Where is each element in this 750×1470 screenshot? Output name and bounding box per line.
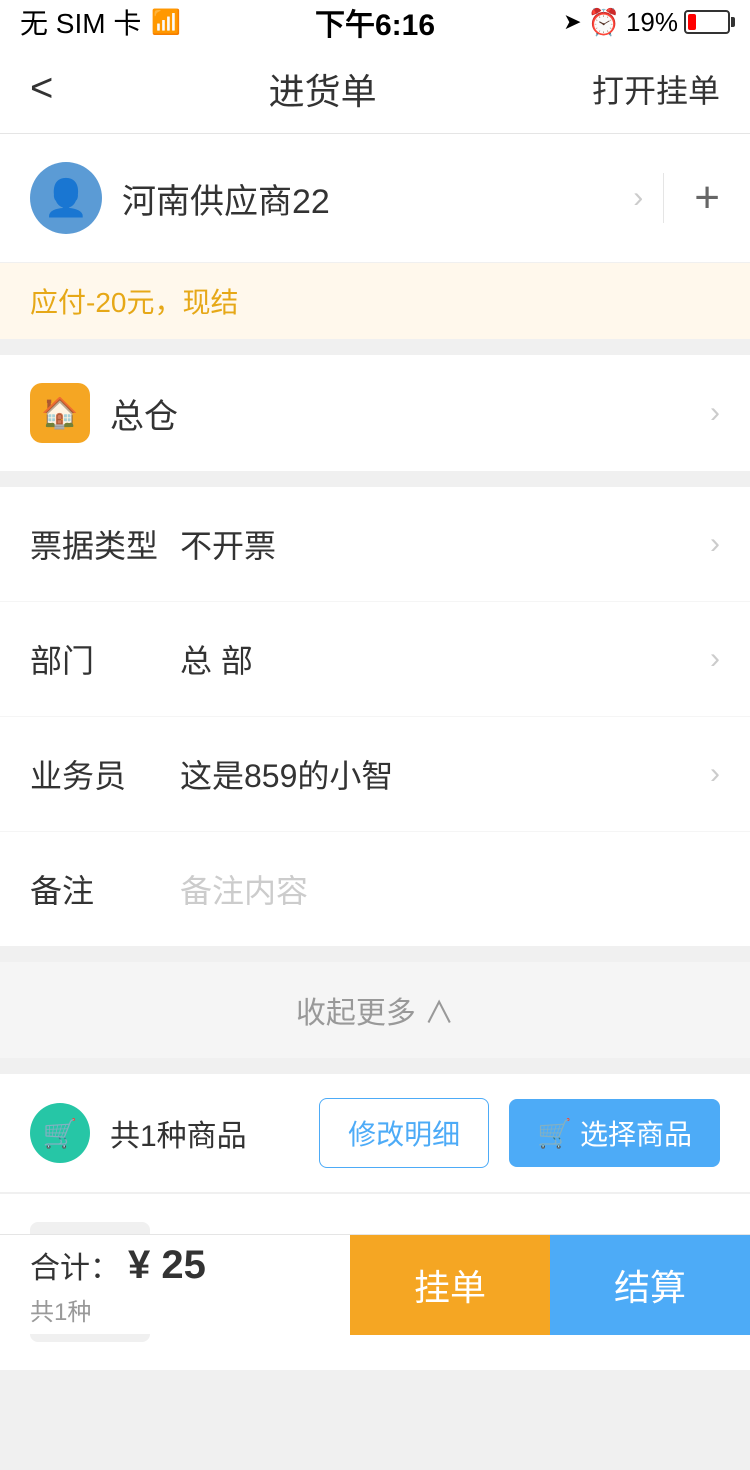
dept-label: 部门	[30, 636, 170, 682]
back-button[interactable]: <	[30, 66, 53, 111]
hang-button[interactable]: 挂单	[350, 1235, 550, 1335]
supplier-row[interactable]: 👤 河南供应商22 › +	[0, 134, 750, 263]
select-product-button[interactable]: 🛒 选择商品	[509, 1099, 720, 1167]
alert-banner: 应付-20元，现结	[0, 263, 750, 339]
total-sub: 共1种	[30, 1292, 320, 1327]
warehouse-chevron-icon: ›	[710, 396, 720, 430]
cart-icon: 🛒	[43, 1117, 78, 1150]
remark-row[interactable]: 备注 备注内容	[0, 832, 750, 946]
warehouse-row[interactable]: 🏠 总仓 ›	[0, 355, 750, 471]
agent-chevron-icon: ›	[710, 757, 720, 791]
checkout-button[interactable]: 结算	[550, 1235, 750, 1335]
supplier-section: 👤 河南供应商22 › + 应付-20元，现结	[0, 134, 750, 339]
open-pending-button[interactable]: 打开挂单	[592, 66, 720, 112]
remark-placeholder: 备注内容	[180, 866, 720, 912]
supplier-avatar: 👤	[30, 162, 102, 234]
status-left: 无 SIM 卡 📶	[20, 2, 181, 42]
invoice-row[interactable]: 票据类型 不开票 ›	[0, 487, 750, 602]
form-section: 票据类型 不开票 › 部门 总 部 › 业务员 这是859的小智 › 备注 备注…	[0, 487, 750, 946]
warehouse-icon: 🏠	[30, 383, 90, 443]
location-icon: ➤	[563, 9, 581, 35]
total-label-row: 合计： ¥ 25	[30, 1243, 320, 1288]
add-button[interactable]: +	[694, 173, 720, 223]
warehouse-section: 🏠 总仓 ›	[0, 355, 750, 471]
product-icon: 🛒	[30, 1103, 90, 1163]
product-header: 🛒 共1种商品 修改明细 🛒 选择商品	[0, 1074, 750, 1192]
status-right: ➤ ⏰ 19%	[563, 7, 730, 38]
supplier-name: 河南供应商22	[122, 174, 633, 223]
agent-label: 业务员	[30, 751, 170, 797]
edit-detail-button[interactable]: 修改明细	[319, 1098, 489, 1168]
wifi-icon: 📶	[151, 8, 181, 37]
warehouse-name: 总仓	[110, 389, 710, 438]
collapse-button[interactable]: 收起更多 ∧	[0, 962, 750, 1058]
remark-label: 备注	[30, 866, 170, 912]
product-count: 共1种商品	[110, 1111, 299, 1155]
status-time: 下午6:16	[315, 0, 435, 44]
invoice-value: 不开票	[180, 521, 710, 567]
avatar-icon: 👤	[44, 177, 89, 219]
nav-bar: < 进货单 打开挂单	[0, 44, 750, 134]
dept-value: 总 部	[180, 636, 710, 682]
battery-icon	[684, 10, 730, 34]
invoice-label: 票据类型	[30, 521, 170, 567]
agent-row[interactable]: 业务员 这是859的小智 ›	[0, 717, 750, 832]
supplier-chevron-icon: ›	[633, 181, 643, 215]
dept-row[interactable]: 部门 总 部 ›	[0, 602, 750, 717]
carrier-text: 无 SIM 卡	[20, 2, 141, 42]
invoice-chevron-icon: ›	[710, 527, 720, 561]
dept-chevron-icon: ›	[710, 642, 720, 676]
select-product-label: 选择商品	[580, 1113, 692, 1153]
battery-percent: 19%	[626, 7, 678, 38]
total-section: 合计： ¥ 25 共1种	[0, 1243, 350, 1327]
page-title: 进货单	[269, 63, 377, 115]
alarm-icon: ⏰	[588, 7, 620, 38]
bottom-bar: 合计： ¥ 25 共1种 挂单 结算	[0, 1234, 750, 1334]
select-product-icon: 🛒	[537, 1117, 572, 1150]
total-amount: ¥ 25	[128, 1243, 206, 1288]
agent-value: 这是859的小智	[180, 751, 710, 797]
status-bar: 无 SIM 卡 📶 下午6:16 ➤ ⏰ 19%	[0, 0, 750, 44]
divider	[663, 173, 664, 223]
total-text: 合计：	[30, 1243, 120, 1287]
